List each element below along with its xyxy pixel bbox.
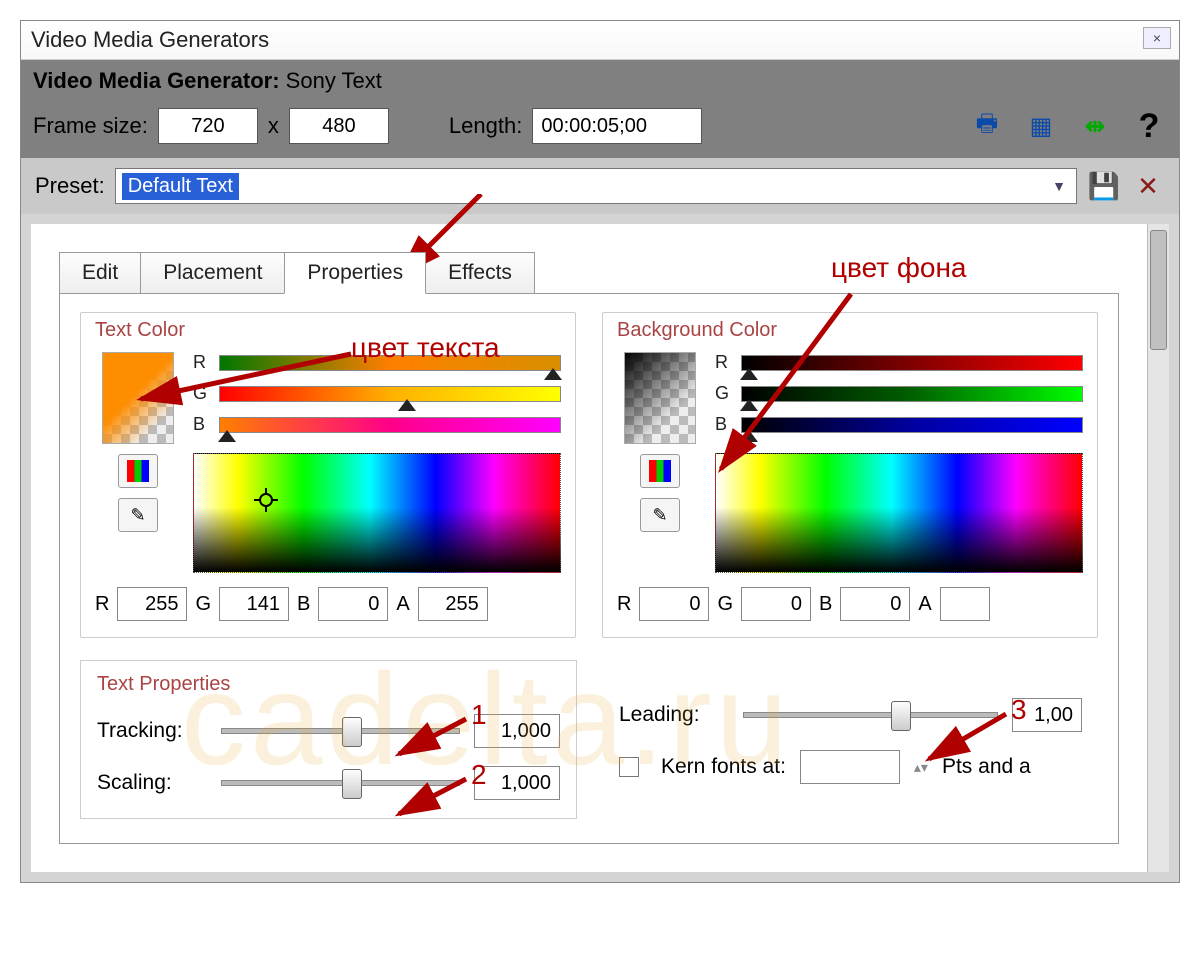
g-input[interactable] [219,587,289,621]
bg-b-input[interactable] [840,587,910,621]
bg-r-input[interactable] [639,587,709,621]
palette-icon [127,460,149,482]
bg-g-slider[interactable] [741,386,1083,402]
window-close-button[interactable]: × [1143,27,1171,49]
b-field-label: B [297,593,310,616]
color-palette-button[interactable] [118,454,158,488]
tracking-input[interactable] [474,714,560,748]
leading-label: Leading: [619,703,729,727]
preset-label: Preset: [35,173,105,199]
window-title: Video Media Generators [31,27,269,52]
tracking-slider[interactable] [221,728,460,734]
window-titlebar: Video Media Generators × [21,21,1179,60]
preset-row: Preset: Default Text ▼ 💾 ✕ [21,158,1179,214]
r-label: R [193,352,211,373]
a-input[interactable] [418,587,488,621]
bg-g-label: G [715,383,733,404]
g-slider[interactable] [219,386,561,402]
tab-edit[interactable]: Edit [59,252,141,294]
frame-size-sep: x [268,113,279,139]
bg-a-input[interactable] [940,587,990,621]
text-color-group: Text Color ✎ [80,312,576,638]
b-input[interactable] [318,587,388,621]
tracking-label: Tracking: [97,719,207,743]
bg-a-field-label: A [918,593,931,616]
close-icon: × [1153,30,1161,46]
g-field-label: G [195,593,211,616]
text-properties-group: Text Properties Tracking: Scaling: [80,660,577,819]
kern-label: Kern fonts at: [661,755,786,779]
r-field-label: R [95,593,109,616]
scaling-label: Scaling: [97,771,207,795]
save-preset-button[interactable]: 💾 [1087,169,1121,203]
eyedropper-icon: ✎ [652,505,667,526]
eyedropper-icon: ✎ [130,505,145,526]
bg-g-field-label: G [717,593,733,616]
frame-height-input[interactable] [289,108,389,144]
crosshair-icon [254,488,278,512]
r-input[interactable] [117,587,187,621]
bg-color-title: Background Color [617,319,1083,342]
a-field-label: A [396,593,409,616]
frame-params-row: Frame size: x Length: 🖶 ▦ ⇹ ? [21,102,1179,158]
split-icon[interactable]: ⇹ [1077,110,1113,142]
bg-b-slider[interactable] [741,417,1083,433]
spectrum-picker[interactable] [193,453,561,573]
printer-icon[interactable]: 🖶 [969,110,1005,142]
kern-input[interactable] [800,750,900,784]
g-label: G [193,383,211,404]
delete-icon: ✕ [1137,171,1159,202]
generator-name: Sony Text [286,68,382,93]
preset-value: Default Text [122,173,239,200]
generator-header: Video Media Generator: Sony Text [21,60,1179,102]
kern-checkbox[interactable] [619,757,639,777]
frame-size-label: Frame size: [33,113,148,139]
chevron-down-icon: ▼ [1052,178,1066,194]
tab-content: Edit Placement Properties Effects Text C… [31,224,1147,872]
leading-slider[interactable] [743,712,998,718]
bg-color-palette-button[interactable] [640,454,680,488]
background-color-group: Background Color ✎ [602,312,1098,638]
scaling-slider[interactable] [221,780,460,786]
scaling-input[interactable] [474,766,560,800]
leading-input[interactable] [1012,698,1082,732]
frame-width-input[interactable] [158,108,258,144]
bg-b-label: B [715,414,733,435]
generator-label: Video Media Generator: [33,68,280,93]
b-label: B [193,414,211,435]
leading-group: Leading: Kern fonts at: ▴▾ Pts and a [603,660,1098,819]
length-input[interactable] [532,108,702,144]
spinner-icon[interactable]: ▴▾ [914,759,928,776]
help-icon[interactable]: ? [1131,110,1167,142]
tab-placement[interactable]: Placement [140,252,285,294]
palette-icon [649,460,671,482]
r-slider[interactable] [219,355,561,371]
kern-unit: Pts and a [942,755,1031,779]
bg-color-swatch[interactable] [624,352,696,444]
text-color-title: Text Color [95,319,561,342]
bg-g-input[interactable] [741,587,811,621]
tab-bar: Edit Placement Properties Effects [59,252,1147,294]
text-properties-title: Text Properties [97,673,560,696]
preview-icon[interactable]: ▦ [1023,110,1059,142]
eyedropper-button[interactable]: ✎ [118,498,158,532]
tab-properties[interactable]: Properties [284,252,426,294]
bg-r-slider[interactable] [741,355,1083,371]
bg-eyedropper-button[interactable]: ✎ [640,498,680,532]
text-color-swatch[interactable] [102,352,174,444]
scrollbar-thumb[interactable] [1150,230,1167,350]
bg-r-field-label: R [617,593,631,616]
vertical-scrollbar[interactable] [1147,224,1169,872]
tab-effects[interactable]: Effects [425,252,535,294]
b-slider[interactable] [219,417,561,433]
bg-spectrum-picker[interactable] [715,453,1083,573]
length-label: Length: [449,113,522,139]
save-icon: 💾 [1088,171,1120,202]
bg-r-label: R [715,352,733,373]
preset-dropdown[interactable]: Default Text ▼ [115,168,1077,204]
delete-preset-button[interactable]: ✕ [1131,169,1165,203]
bg-b-field-label: B [819,593,832,616]
